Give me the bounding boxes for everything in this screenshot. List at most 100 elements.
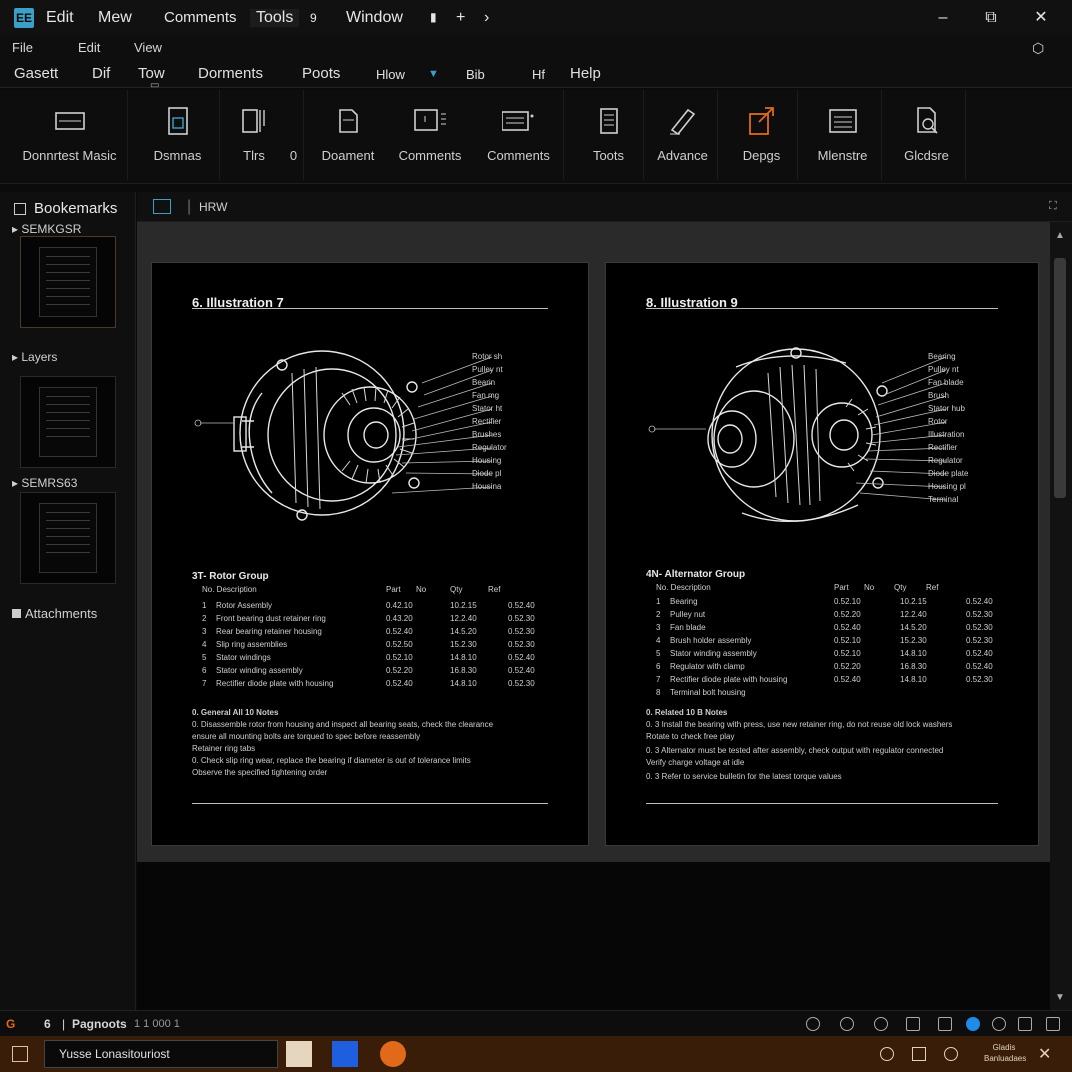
tool-donnrtest-masic[interactable]: Donnrtest Masic xyxy=(12,90,128,180)
pen-icon xyxy=(669,108,695,136)
tool-mlenstre[interactable]: Mlenstre xyxy=(804,90,882,180)
status-icon-1[interactable] xyxy=(806,1017,820,1031)
menu-item-4[interactable]: Poots xyxy=(302,65,340,82)
notes-title: 0. General All 10 Notes xyxy=(192,708,279,717)
document-viewport[interactable]: 6. Illustration 7 Rotor sh Pulley nt Bea… xyxy=(137,222,1050,1010)
table-row: 3 Fan blade 0.52.40 14.5.20 0.52.30 xyxy=(656,623,993,632)
page-thumbnail-1[interactable] xyxy=(20,236,116,328)
menu-file[interactable]: File xyxy=(12,40,33,55)
status-icon-2[interactable] xyxy=(840,1017,854,1031)
document-tab-label[interactable]: HRW xyxy=(199,200,227,214)
tool-zero[interactable]: 0 xyxy=(284,90,304,180)
menu-item-7[interactable]: Hf xyxy=(532,67,545,82)
tray-icon-1[interactable] xyxy=(880,1047,894,1061)
title-bar: ЕЕ Edit Mew Comments Tools 9 Window ▮ + … xyxy=(0,0,1072,36)
pin-icon[interactable]: ▮ xyxy=(430,10,437,24)
document-page-1: 6. Illustration 7 Rotor sh Pulley nt Bea… xyxy=(151,262,589,846)
sidebar-group-attachments[interactable]: Attachments xyxy=(12,606,97,621)
table-row: 5 Stator windings 0.52.10 14.8.10 0.52.40 xyxy=(202,653,535,662)
table-row: 1 Rotor Assembly 0.42.10 10.2.15 0.52.40 xyxy=(202,601,535,610)
tool-glcdsre[interactable]: Glcdsre xyxy=(888,90,966,180)
comments-list-icon xyxy=(501,111,533,131)
status-icon-5[interactable] xyxy=(992,1017,1006,1031)
restore-button[interactable]: ⧉ xyxy=(976,6,1006,30)
sidebar-group-0[interactable]: ▸ SEMKGSR xyxy=(12,222,81,236)
table-row: 2 Pulley nut 0.52.20 12.2.40 0.52.30 xyxy=(656,610,993,619)
status-icon-4[interactable] xyxy=(906,1017,920,1031)
menu-item-6[interactable]: Bib xyxy=(466,67,485,82)
title-menu-tools[interactable]: Tools xyxy=(250,9,300,27)
status-page-icon: 6 xyxy=(44,1017,51,1031)
ribbon-toolbar: Donnrtest Masic Dsmnas Tlrs 0 Doament Co… xyxy=(0,90,1072,184)
menu-item-3[interactable]: Dorments xyxy=(198,65,263,82)
tray-icon-3[interactable] xyxy=(944,1047,958,1061)
vertical-scrollbar[interactable]: ▲ ▼ xyxy=(1050,222,1072,1010)
menu-item-1[interactable]: Dif xyxy=(92,65,110,82)
expand-icon[interactable]: ⛶ xyxy=(1049,200,1057,213)
tool-comments-1[interactable]: Comments xyxy=(392,90,468,180)
menu-view[interactable]: View xyxy=(134,40,162,55)
title-menu-comments[interactable]: Comments xyxy=(164,9,237,26)
tray-clock[interactable]: Gladis Banluadaes xyxy=(984,1042,1026,1064)
title-menu-view[interactable]: Mew xyxy=(98,9,132,27)
list-icon xyxy=(828,109,857,133)
parts-table-header: No. Description Part No Qty Ref xyxy=(202,585,501,594)
sync-icon[interactable] xyxy=(966,1017,980,1031)
close-button[interactable]: ✕ xyxy=(1026,6,1056,30)
status-label: Pagnoots xyxy=(72,1017,127,1031)
app-icon[interactable]: ЕЕ xyxy=(14,8,34,28)
title-menu-edit[interactable]: Edit xyxy=(46,9,74,27)
taskbar-search[interactable]: Yusse Lonasitouriost xyxy=(44,1040,278,1068)
menu-item-0[interactable]: Gasett xyxy=(14,65,58,82)
status-bar: G 6 | Pagnoots 1 1 000 1 xyxy=(0,1010,1072,1036)
title-menu-window[interactable]: Window xyxy=(346,9,403,27)
title-menu-number[interactable]: 9 xyxy=(310,11,317,25)
page-thumbnail-2[interactable] xyxy=(20,376,116,468)
taskbar-app-3[interactable] xyxy=(380,1041,406,1067)
start-icon[interactable] xyxy=(12,1046,28,1062)
page-indicator[interactable]: 1 1 000 1 xyxy=(134,1018,180,1030)
section-heading: 4N- Alternator Group xyxy=(646,569,746,580)
dropdown-arrow-icon[interactable]: ▼ xyxy=(428,68,439,80)
tray-icon-2[interactable] xyxy=(912,1047,926,1061)
document-edit-icon xyxy=(167,107,188,135)
status-app-icon[interactable]: G xyxy=(6,1017,15,1031)
notes-title: 0. Related 10 B Notes xyxy=(646,708,728,717)
scroll-up-icon[interactable]: ▲ xyxy=(1055,230,1065,241)
menu-edit[interactable]: Edit xyxy=(78,40,100,55)
table-row: 8 Terminal bolt housing xyxy=(656,688,746,697)
tool-dsmnas[interactable]: Dsmnas xyxy=(136,90,220,180)
sidebar-group-2[interactable]: ▸ SEMRS63 xyxy=(12,476,77,490)
page-thumbnail-3[interactable] xyxy=(20,492,116,584)
tools-icon xyxy=(599,108,618,134)
status-icon-6[interactable] xyxy=(1018,1017,1032,1031)
sidebar-group-layers[interactable]: ▸ Layers xyxy=(12,350,57,364)
tool-doament[interactable]: Doament xyxy=(312,90,384,180)
document-tab-icon[interactable] xyxy=(153,199,171,214)
tool-comments-2[interactable]: Comments xyxy=(474,90,564,180)
menu-item-help[interactable]: Help xyxy=(570,65,601,82)
bookmarks-sidebar: Bookemarks ▸ SEMKGSR ▸ Layers ▸ SEMRS63 … xyxy=(0,192,136,1010)
cloud-icon[interactable] xyxy=(938,1017,952,1031)
table-row: 4 Slip ring assemblies 0.52.50 15.2.30 0.52.… xyxy=(202,640,535,649)
table-row: 2 Front bearing dust retainer ring 0.43.20… xyxy=(202,614,535,623)
status-icon-3[interactable] xyxy=(874,1017,888,1031)
scrollbar-thumb[interactable] xyxy=(1054,258,1066,498)
tab-chevron-icon[interactable]: › xyxy=(484,9,489,27)
tool-depgs[interactable]: Depgs xyxy=(726,90,798,180)
tool-advance[interactable]: Advance xyxy=(648,90,718,180)
tool-tlrs[interactable]: Tlrs xyxy=(224,90,284,180)
bookmark-icon xyxy=(14,203,26,215)
minimize-button[interactable]: – xyxy=(928,6,958,30)
notification-close-icon[interactable]: ✕ xyxy=(1038,1044,1051,1064)
menu-item-5[interactable]: Hlow xyxy=(376,67,405,82)
taskbar-app-2[interactable] xyxy=(332,1041,358,1067)
tool-toots[interactable]: Toots xyxy=(574,90,644,180)
settings-icon[interactable]: ⬡ xyxy=(1032,40,1044,57)
taskbar-app-1[interactable] xyxy=(286,1041,312,1067)
search-doc-icon xyxy=(916,107,938,134)
status-icon-7[interactable] xyxy=(1046,1017,1060,1031)
table-row: 6 Regulator with clamp 0.52.20 16.8.30 0.52.… xyxy=(656,662,993,671)
scroll-down-icon[interactable]: ▼ xyxy=(1055,992,1065,1003)
new-tab-button[interactable]: + xyxy=(456,9,465,27)
